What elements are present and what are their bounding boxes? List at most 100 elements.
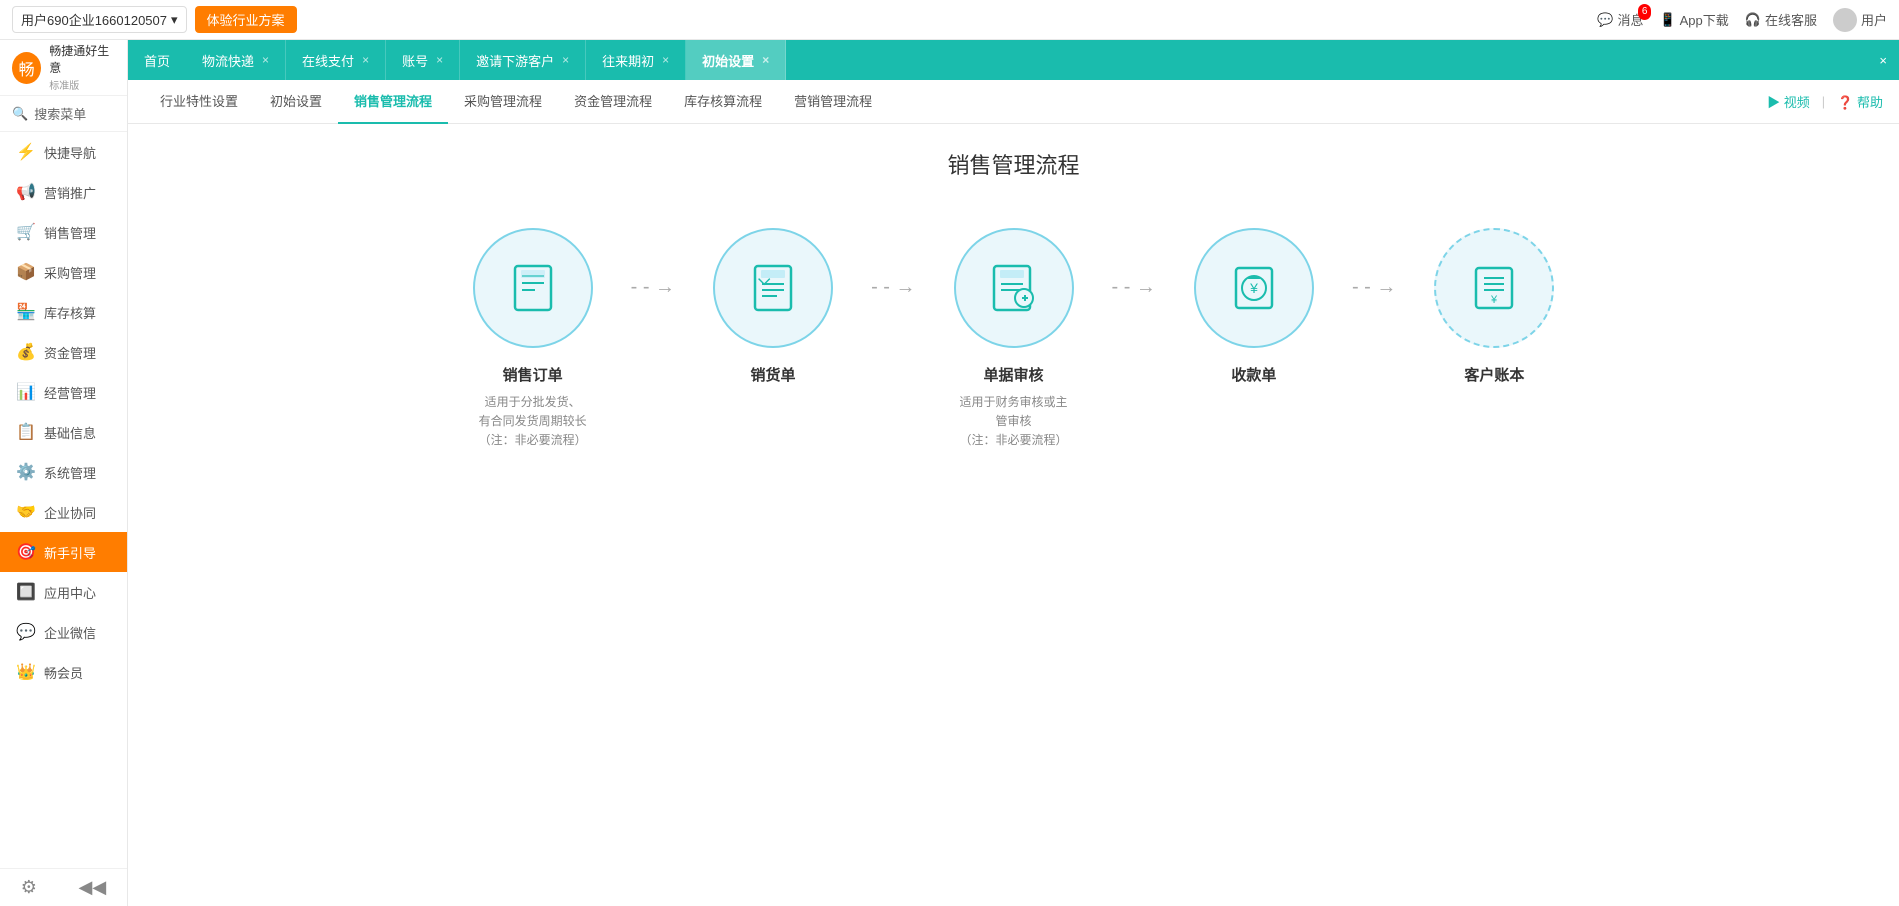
online-service-button[interactable]: 🎧 在线客服 — [1745, 10, 1817, 29]
close-all-tabs-btn[interactable]: × — [1867, 53, 1899, 68]
sales-icon: 🛒 — [16, 222, 36, 242]
user-label: 用户690企业1660120507 — [21, 10, 167, 29]
flow-circle-audit — [954, 228, 1074, 348]
app-download-button[interactable]: 📱 App下载 — [1659, 10, 1728, 29]
tab-logistics-close[interactable]: × — [262, 53, 269, 67]
sidebar-item-appcenter[interactable]: 🔲 应用中心 — [0, 572, 127, 612]
home-label: 首页 — [144, 51, 170, 70]
tab-invite-close[interactable]: × — [562, 53, 569, 67]
tab-payment-label: 在线支付 — [302, 51, 354, 70]
subtab-purchase-flow[interactable]: 采购管理流程 — [448, 80, 558, 124]
flow-circle-ledger: ¥ — [1434, 228, 1554, 348]
sidebar-label-collab: 企业协同 — [44, 503, 96, 522]
page-content: 销售管理流程 — [128, 124, 1899, 906]
tab-payment[interactable]: 在线支付 × — [286, 40, 386, 80]
flow-step-sales-order[interactable]: 销售订单 适用于分批发货、有合同发货周期较长（注：非必要流程） — [443, 228, 623, 451]
flow-step-collection[interactable]: ¥ 收款单 — [1164, 228, 1344, 393]
settings-icon-btn[interactable]: ⚙ — [21, 877, 37, 898]
user-avatar-button[interactable]: 用户 — [1833, 8, 1887, 32]
flow-circle-sales-order — [473, 228, 593, 348]
sidebar-item-member[interactable]: 👑 畅会员 — [0, 652, 127, 692]
avatar-icon — [1833, 8, 1857, 32]
logo-text: 畅捷通好生意 — [49, 43, 115, 77]
subtab-purchase-flow-label: 采购管理流程 — [464, 91, 542, 110]
sidebar-item-guide[interactable]: 🎯 新手引导 — [0, 532, 127, 572]
nav-tabs: 首页 物流快递 × 在线支付 × 账号 × 邀请下游客户 × — [128, 40, 1899, 80]
collapse-sidebar-btn[interactable]: ◀◀ — [79, 877, 107, 898]
tab-init-settings-label: 初始设置 — [702, 51, 754, 70]
flow-step-invoice[interactable]: 销货单 — [683, 228, 863, 393]
sidebar-item-marketing[interactable]: 📢 营销推广 — [0, 172, 127, 212]
flow-diagram: 销售订单 适用于分批发货、有合同发货周期较长（注：非必要流程） - - → — [168, 228, 1859, 451]
sidebar-label-system: 系统管理 — [44, 463, 96, 482]
invoice-label: 销货单 — [751, 364, 796, 385]
sidebar-item-quick-nav[interactable]: ⚡ 快捷导航 — [0, 132, 127, 172]
arrow-2: - - → — [871, 228, 915, 299]
sidebar-item-sales[interactable]: 🛒 销售管理 — [0, 212, 127, 252]
tab-payment-close[interactable]: × — [362, 53, 369, 67]
tab-init-settings-close[interactable]: × — [762, 53, 769, 67]
tab-invite-label: 邀请下游客户 — [476, 51, 554, 70]
sidebar-label-marketing: 营销推广 — [44, 183, 96, 202]
purchase-icon: 📦 — [16, 262, 36, 282]
help-link[interactable]: ❓ 帮助 — [1837, 92, 1883, 111]
tab-logistics[interactable]: 物流快递 × — [186, 40, 286, 80]
video-link[interactable]: ▶ 视频 — [1767, 92, 1810, 111]
logo-icon: 畅 — [12, 52, 41, 84]
subtab-finance-flow[interactable]: 资金管理流程 — [558, 80, 668, 124]
member-icon: 👑 — [16, 662, 36, 682]
search-label: 搜索菜单 — [34, 104, 86, 123]
sidebar-label-appcenter: 应用中心 — [44, 583, 96, 602]
svg-text:¥: ¥ — [1249, 280, 1258, 296]
sidebar-item-finance[interactable]: 💰 资金管理 — [0, 332, 127, 372]
subtab-inventory-flow[interactable]: 库存核算流程 — [668, 80, 778, 124]
video-label: 视频 — [1784, 95, 1810, 110]
arrow-1: - - → — [631, 228, 675, 299]
page-title: 销售管理流程 — [168, 148, 1859, 180]
sidebar-item-inventory[interactable]: 🏪 库存核算 — [0, 292, 127, 332]
subtab-industry[interactable]: 行业特性设置 — [144, 80, 254, 124]
trial-button[interactable]: 体验行业方案 — [195, 6, 297, 33]
sidebar-item-ops[interactable]: 📊 经营管理 — [0, 372, 127, 412]
tab-init-settings[interactable]: 初始设置 × — [686, 40, 786, 80]
ops-icon: 📊 — [16, 382, 36, 402]
sidebar-label-inventory: 库存核算 — [44, 303, 96, 322]
subtab-init[interactable]: 初始设置 — [254, 80, 338, 124]
flow-step-audit[interactable]: 单据审核 适用于财务审核或主管审核（注：非必要流程） — [924, 228, 1104, 451]
sidebar-label-sales: 销售管理 — [44, 223, 96, 242]
sidebar-item-wechat[interactable]: 💬 企业微信 — [0, 612, 127, 652]
subtab-sales-flow[interactable]: 销售管理流程 — [338, 80, 448, 124]
flow-circle-invoice — [713, 228, 833, 348]
sidebar-item-collab[interactable]: 🤝 企业协同 — [0, 492, 127, 532]
tab-period[interactable]: 往来期初 × — [586, 40, 686, 80]
audit-desc: 适用于财务审核或主管审核（注：非必要流程） — [959, 393, 1067, 451]
sidebar-label-finance: 资金管理 — [44, 343, 96, 362]
quick-nav-icon: ⚡ — [16, 142, 36, 162]
flow-circle-collection: ¥ — [1194, 228, 1314, 348]
subtab-marketing-flow-label: 营销管理流程 — [794, 91, 872, 110]
guide-icon: 🎯 — [16, 542, 36, 562]
arrow-3: - - → — [1112, 228, 1156, 299]
sidebar-label-quick-nav: 快捷导航 — [44, 143, 96, 162]
sidebar-label-ops: 经营管理 — [44, 383, 96, 402]
tab-home[interactable]: 首页 — [128, 40, 186, 80]
tab-period-close[interactable]: × — [662, 53, 669, 67]
logo-area: 畅 畅捷通好生意 标准版 — [0, 40, 127, 96]
sidebar-item-system[interactable]: ⚙️ 系统管理 — [0, 452, 127, 492]
sidebar-label-purchase: 采购管理 — [44, 263, 96, 282]
user-selector[interactable]: 用户690企业1660120507 ▾ — [12, 6, 187, 33]
arrow-4: - - → — [1352, 228, 1396, 299]
tab-account[interactable]: 账号 × — [386, 40, 460, 80]
tab-logistics-label: 物流快递 — [202, 51, 254, 70]
search-menu[interactable]: 🔍 搜索菜单 — [0, 96, 127, 132]
tab-invite[interactable]: 邀请下游客户 × — [460, 40, 586, 80]
subtab-marketing-flow[interactable]: 营销管理流程 — [778, 80, 888, 124]
help-label: 帮助 — [1857, 95, 1883, 110]
tab-account-close[interactable]: × — [436, 53, 443, 67]
flow-step-ledger[interactable]: ¥ 客户账本 — [1404, 228, 1584, 393]
sidebar-item-basic[interactable]: 📋 基础信息 — [0, 412, 127, 452]
sidebar-label-basic: 基础信息 — [44, 423, 96, 442]
sidebar-item-purchase[interactable]: 📦 采购管理 — [0, 252, 127, 292]
inventory-icon: 🏪 — [16, 302, 36, 322]
message-button[interactable]: 💬 消息 6 — [1597, 10, 1643, 29]
